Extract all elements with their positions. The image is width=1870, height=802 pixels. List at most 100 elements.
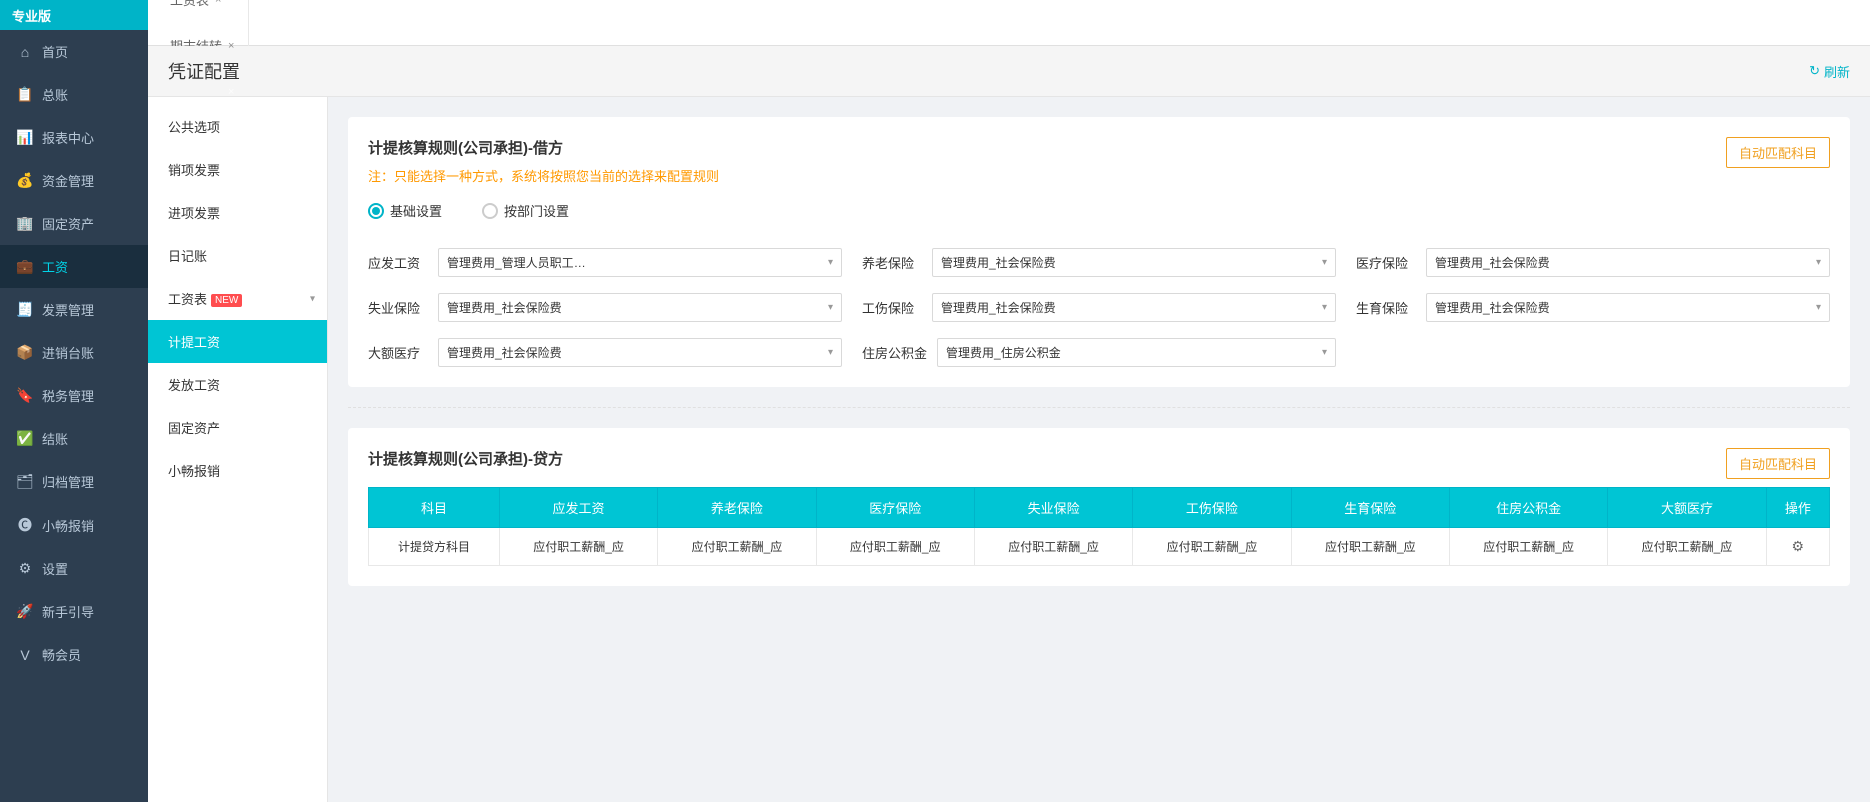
credit-col-0: 科目 xyxy=(369,488,500,528)
credit-auto-match-button[interactable]: 自动匹配科目 xyxy=(1726,448,1830,479)
vip-icon: V xyxy=(16,647,34,663)
credit-row-0-val-0[interactable]: 应付职工薪酬_应 xyxy=(499,528,657,566)
debit-select-4[interactable]: 管理费用_社会保险费 ▾ xyxy=(932,293,1336,322)
sidebar-label-checkout: 结账 xyxy=(42,429,68,448)
edit-icon-0[interactable]: ⚙ xyxy=(1792,538,1805,554)
tax-icon: 🔖 xyxy=(16,387,34,404)
debit-field-3: 失业保险 管理费用_社会保险费 ▾ xyxy=(368,293,842,322)
left-nav-item-input_invoice[interactable]: 进项发票 xyxy=(148,191,327,234)
sidebar-item-tax[interactable]: 🔖税务管理 xyxy=(0,374,148,417)
credit-row-0-val-2[interactable]: 应付职工薪酬_应 xyxy=(816,528,974,566)
debit-select-5[interactable]: 管理费用_社会保险费 ▾ xyxy=(1426,293,1830,322)
debit-label-1: 养老保险 xyxy=(862,253,922,272)
debit-auto-match-button[interactable]: 自动匹配科目 xyxy=(1726,137,1830,168)
sidebar-label-trade: 进销台账 xyxy=(42,343,94,362)
sidebar-item-archive[interactable]: 🗂归档管理 xyxy=(0,460,148,503)
credit-row-0-val-1[interactable]: 应付职工薪酬_应 xyxy=(658,528,816,566)
salary-icon: 💼 xyxy=(16,258,34,275)
left-nav-item-red_invoice[interactable]: 销项发票 xyxy=(148,148,327,191)
credit-row-0-val-7[interactable]: 应付职工薪酬_应 xyxy=(1608,528,1766,566)
sidebar-label-settings: 设置 xyxy=(42,559,68,578)
debit-select-2[interactable]: 管理费用_社会保险费 ▾ xyxy=(1426,248,1830,277)
guide-icon: 🚀 xyxy=(16,603,34,620)
left-nav-label-xiao_reimbursement: 小畅报销 xyxy=(168,464,220,479)
debit-field-1: 养老保险 管理费用_社会保险费 ▾ xyxy=(862,248,1336,277)
debit-select-arrow-1: ▾ xyxy=(1322,257,1327,268)
sidebar-item-settings[interactable]: ⚙设置 xyxy=(0,547,148,590)
left-nav-item-journal[interactable]: 日记账 xyxy=(148,234,327,277)
credit-row-0-val-5[interactable]: 应付职工薪酬_应 xyxy=(1291,528,1449,566)
debit-select-arrow-4: ▾ xyxy=(1322,302,1327,313)
credit-section-title: 计提核算规则(公司承担)-贷方 xyxy=(368,448,563,469)
radio-dept-label: 按部门设置 xyxy=(504,201,569,220)
sidebar-item-guide[interactable]: 🚀新手引导 xyxy=(0,590,148,633)
sidebar-item-vip[interactable]: V畅会员 xyxy=(0,633,148,676)
credit-col-6: 生育保险 xyxy=(1291,488,1449,528)
debit-select-7[interactable]: 管理费用_住房公积金 ▾ xyxy=(937,338,1336,367)
debit-label-6: 大额医疗 xyxy=(368,343,428,362)
assets-icon: 🏢 xyxy=(16,215,34,232)
credit-table-body: 计提贷方科目应付职工薪酬_应应付职工薪酬_应应付职工薪酬_应应付职工薪酬_应应付… xyxy=(369,528,1830,566)
radio-basic-label: 基础设置 xyxy=(390,201,442,220)
left-nav-label-journal: 日记账 xyxy=(168,249,207,264)
sidebar-label-reports: 报表中心 xyxy=(42,128,94,147)
tab-close-period[interactable]: × xyxy=(228,40,234,52)
debit-select-1[interactable]: 管理费用_社会保险费 ▾ xyxy=(932,248,1336,277)
radio-basic[interactable]: 基础设置 xyxy=(368,201,442,220)
sidebar-item-xiaochang[interactable]: 🅒小畅报销 xyxy=(0,503,148,547)
left-nav-item-xiao_reimbursement[interactable]: 小畅报销 xyxy=(148,449,327,492)
tab-close-payroll[interactable]: × xyxy=(215,0,221,6)
debit-select-3[interactable]: 管理费用_社会保险费 ▾ xyxy=(438,293,842,322)
refresh-button[interactable]: ↻ 刷新 xyxy=(1809,62,1850,81)
sidebar: 专业版 ⌂首页📋总账📊报表中心💰资金管理🏢固定资产💼工资🧾发票管理📦进销台账🔖税… xyxy=(0,0,148,802)
credit-col-3: 医疗保险 xyxy=(816,488,974,528)
debit-select-arrow-5: ▾ xyxy=(1816,302,1821,313)
left-nav-item-pay_salary[interactable]: 发放工资 xyxy=(148,363,327,406)
tab-close-voucher[interactable]: × xyxy=(228,86,234,98)
invoice-icon: 🧾 xyxy=(16,301,34,318)
debit-field-4: 工伤保险 管理费用_社会保险费 ▾ xyxy=(862,293,1336,322)
sidebar-item-reports[interactable]: 📊报表中心 xyxy=(0,116,148,159)
credit-col-7: 住房公积金 xyxy=(1449,488,1607,528)
tab-label-payroll: 工资表 xyxy=(170,0,209,9)
left-nav-label-calc_salary: 计提工资 xyxy=(168,335,220,350)
debit-section: 计提核算规则(公司承担)-借方 注：只能选择一种方式，系统将按照您当前的选择来配… xyxy=(348,117,1850,387)
sidebar-item-salary[interactable]: 💼 工资 xyxy=(0,245,148,288)
debit-section-header: 计提核算规则(公司承担)-借方 注：只能选择一种方式，系统将按照您当前的选择来配… xyxy=(368,137,1830,240)
xiaochang-icon: 🅒 xyxy=(16,515,34,535)
debit-fields: 应发工资 管理费用_管理人员职工薪酬 ▾ 养老保险 管理费用_社会保险费 ▾ 医… xyxy=(368,248,1830,367)
credit-row-0-action[interactable]: ⚙ xyxy=(1766,528,1829,566)
debit-select-value-5: 管理费用_社会保险费 xyxy=(1435,299,1550,316)
tab-payroll[interactable]: 工资表 × xyxy=(156,0,249,23)
left-nav-item-payroll_table[interactable]: 工资表NEW▾ xyxy=(148,277,327,320)
credit-row-0-subject: 计提贷方科目 xyxy=(369,528,500,566)
left-nav-item-fixed_assets[interactable]: 固定资产 xyxy=(148,406,327,449)
left-nav-item-public[interactable]: 公共选项 xyxy=(148,105,327,148)
debit-select-0[interactable]: 管理费用_管理人员职工薪酬 ▾ xyxy=(438,248,842,277)
debit-select-6[interactable]: 管理费用_社会保险费 ▾ xyxy=(438,338,842,367)
main-content: 计提核算规则(公司承担)-借方 注：只能选择一种方式，系统将按照您当前的选择来配… xyxy=(328,97,1870,802)
debit-select-arrow-6: ▾ xyxy=(828,347,833,358)
sidebar-item-checkout[interactable]: ✅结账 xyxy=(0,417,148,460)
left-nav-item-calc_salary[interactable]: 计提工资 xyxy=(148,320,327,363)
sidebar-item-trade[interactable]: 📦进销台账 xyxy=(0,331,148,374)
sidebar-item-ledger[interactable]: 📋总账 xyxy=(0,73,148,116)
sidebar-item-invoice[interactable]: 🧾发票管理 xyxy=(0,288,148,331)
credit-row-0-val-6[interactable]: 应付职工薪酬_应 xyxy=(1449,528,1607,566)
left-nav-label-payroll_table: 工资表 xyxy=(168,292,207,307)
sidebar-item-funds[interactable]: 💰资金管理 xyxy=(0,159,148,202)
debit-field-7: 住房公积金 管理费用_住房公积金 ▾ xyxy=(862,338,1336,367)
left-nav-label-pay_salary: 发放工资 xyxy=(168,378,220,393)
credit-section-header: 计提核算规则(公司承担)-贷方 自动匹配科目 xyxy=(368,448,1830,479)
sidebar-label-salary: 工资 xyxy=(42,257,68,276)
main-area: 首页工资表×期末结转×凭证配置× 凭证配置 ↻ 刷新 公共选项销项发票进项发票日… xyxy=(148,0,1870,802)
sidebar-label-funds: 资金管理 xyxy=(42,171,94,190)
debit-select-value-1: 管理费用_社会保险费 xyxy=(941,254,1056,271)
credit-row-0-val-4[interactable]: 应付职工薪酬_应 xyxy=(1133,528,1291,566)
tabs-bar: 首页工资表×期末结转×凭证配置× xyxy=(148,0,1870,46)
credit-row-0-val-3[interactable]: 应付职工薪酬_应 xyxy=(974,528,1132,566)
refresh-icon: ↻ xyxy=(1809,63,1820,79)
sidebar-item-home[interactable]: ⌂首页 xyxy=(0,30,148,73)
sidebar-item-assets[interactable]: 🏢固定资产 xyxy=(0,202,148,245)
radio-dept[interactable]: 按部门设置 xyxy=(482,201,569,220)
